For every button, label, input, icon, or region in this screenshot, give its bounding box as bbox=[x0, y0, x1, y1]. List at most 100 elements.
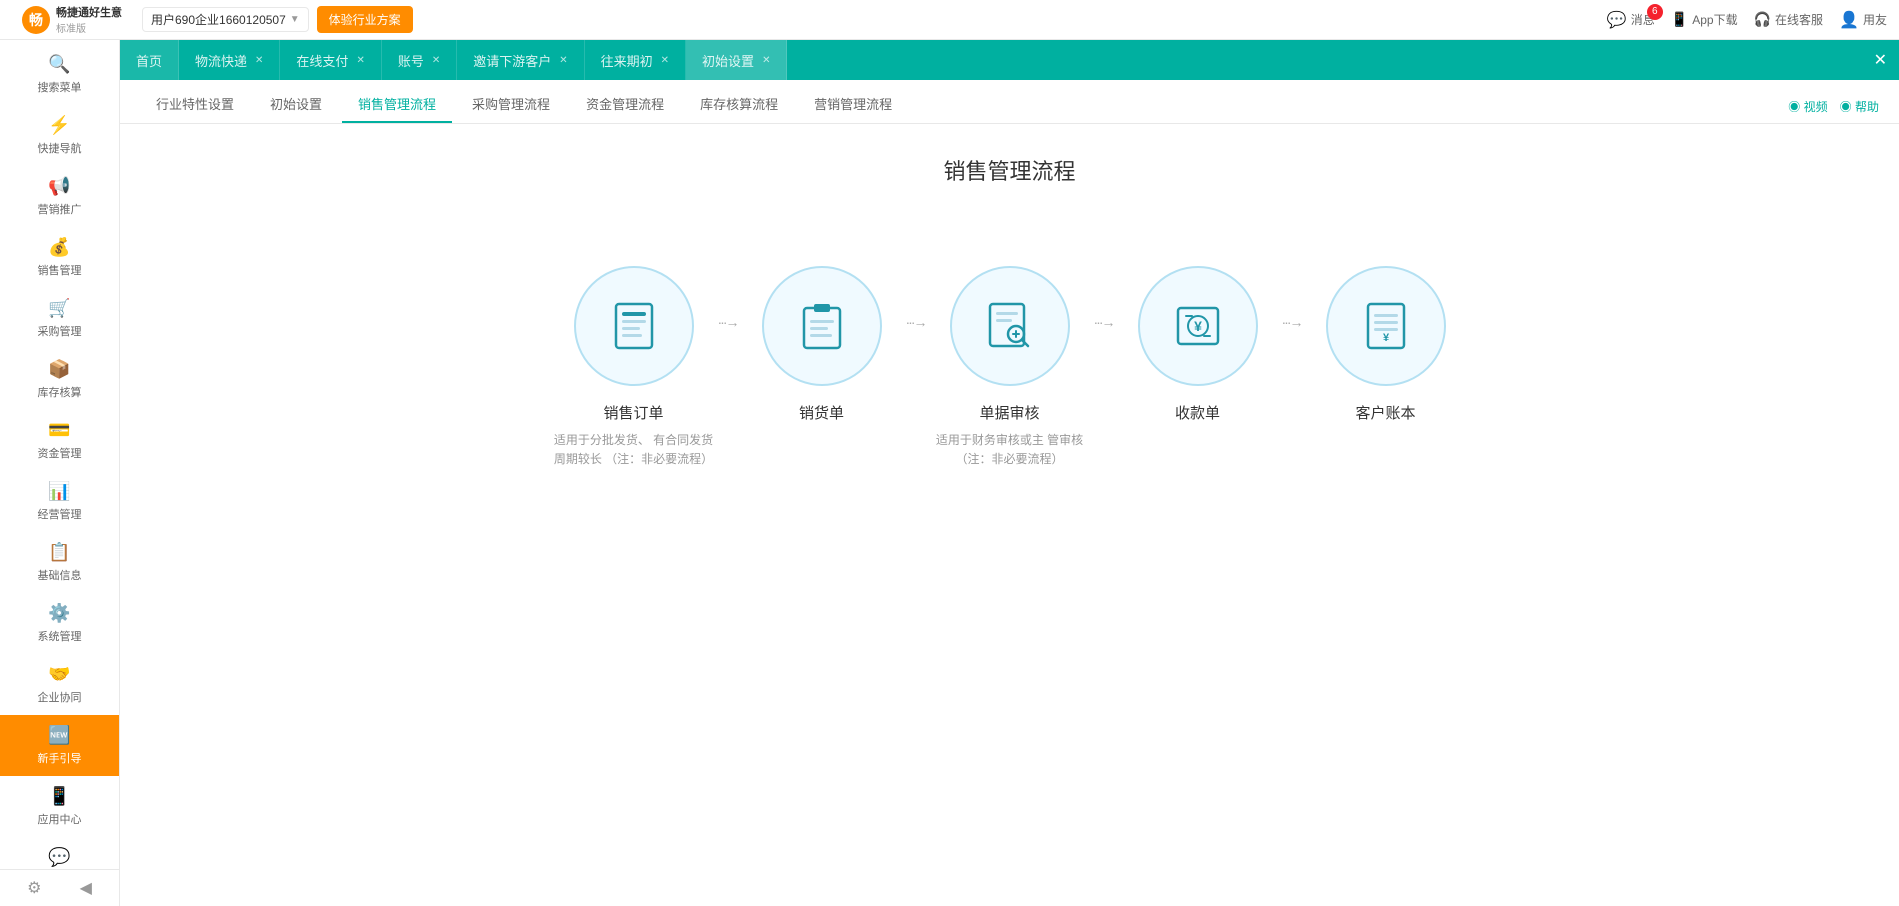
settings-icon[interactable]: ⚙ bbox=[27, 878, 41, 898]
top-bar-right: 💬 消息 6 📱 App下载 🎧 在线客服 👤 用友 bbox=[1607, 10, 1887, 30]
nav-tab-5[interactable]: 往来期初 ✕ bbox=[585, 40, 686, 80]
nav-tab-label-3: 账号 bbox=[398, 51, 424, 70]
collapse-icon[interactable]: ◀ bbox=[80, 878, 92, 898]
nav-tab-close-2[interactable]: ✕ bbox=[356, 55, 364, 66]
nav-tab-2[interactable]: 在线支付✕ bbox=[280, 40, 381, 80]
logo-name: 畅捷通好生意 bbox=[56, 4, 122, 20]
nav-tab-close-1[interactable]: ✕ bbox=[255, 55, 263, 66]
app-download-button[interactable]: 📱 App下载 bbox=[1671, 11, 1738, 28]
logo-icon: 畅 bbox=[22, 6, 50, 34]
flow-desc-sales-order: 适用于分批发货、 有合同发货周期较长 （注：非必要流程） bbox=[554, 431, 714, 469]
sidebar-item-marketing-promo[interactable]: 📢 营销推广 bbox=[0, 166, 119, 227]
sidebar-item-inventory[interactable]: 📦 库存核算 bbox=[0, 349, 119, 410]
flow-arrow-3: ···→ bbox=[1278, 266, 1306, 330]
sidebar-item-finance[interactable]: 💳 资金管理 bbox=[0, 410, 119, 471]
nav-tab-4[interactable]: 邀请下游客户 ✕ bbox=[457, 40, 584, 80]
nav-tab-label-5: 往来期初 bbox=[601, 51, 653, 70]
nav-tab-0[interactable]: 首页 bbox=[120, 40, 179, 80]
flow-label-sales-invoice: 销货单 bbox=[799, 402, 844, 423]
flow-circle-receipt: ¥ bbox=[1138, 266, 1258, 386]
nav-tab-close-5[interactable]: ✕ bbox=[661, 55, 669, 66]
basic-icon: 📋 bbox=[48, 542, 70, 563]
inventory-icon: 📦 bbox=[48, 359, 70, 380]
nav-tab-label-4: 邀请下游客户 bbox=[473, 51, 551, 70]
quick-icon: ⚡ bbox=[48, 115, 70, 136]
experience-button[interactable]: 体验行业方案 bbox=[317, 6, 413, 33]
nav-tab-close-4[interactable]: ✕ bbox=[559, 55, 567, 66]
page-title: 销售管理流程 bbox=[150, 154, 1869, 186]
sidebar-item-enterprise-coop[interactable]: 🤝 企业协同 bbox=[0, 654, 119, 715]
main-content: 销售管理流程 销售订单适用于分批发货、 有合同发货周期较长 （注：非必要流程） ·… bbox=[120, 124, 1899, 906]
sub-tab-3[interactable]: 采购管理流程 bbox=[456, 86, 566, 123]
message-icon: 💬 bbox=[1607, 10, 1627, 30]
nav-tabs-bar: 首页物流快递✕在线支付✕账号✕邀请下游客户✕往来期初✕初始设置✕✕ bbox=[120, 40, 1899, 80]
sidebar-item-basic[interactable]: 📋 基础信息 bbox=[0, 532, 119, 593]
nav-tabs-close-button[interactable]: ✕ bbox=[1862, 50, 1899, 70]
sub-tab-1[interactable]: 初始设置 bbox=[254, 86, 338, 123]
sidebar-item-app-center[interactable]: 📱 应用中心 bbox=[0, 776, 119, 837]
user-selector[interactable]: 用户690企业1660120507 ▼ bbox=[142, 7, 309, 32]
search-icon: 🔍 bbox=[48, 54, 70, 75]
flow-desc-doc-review: 适用于财务审核或主 管审核 （注：非必要流程） bbox=[930, 431, 1090, 469]
nav-tab-6[interactable]: 初始设置 ✕ bbox=[686, 40, 787, 80]
newbie-icon: 🆕 bbox=[48, 725, 70, 746]
message-badge: 6 bbox=[1647, 4, 1663, 20]
flow-circle-sales-order bbox=[574, 266, 694, 386]
sidebar-item-quick[interactable]: ⚡ 快捷导航 bbox=[0, 105, 119, 166]
nav-tab-1[interactable]: 物流快递 ✕ bbox=[179, 40, 280, 80]
enterprise-coop-icon: 🤝 bbox=[48, 664, 70, 685]
sidebar-item-label-operations: 经营管理 bbox=[38, 506, 82, 522]
sidebar-item-system[interactable]: ⚙️ 系统管理 bbox=[0, 593, 119, 654]
nav-tab-close-3[interactable]: ✕ bbox=[432, 55, 440, 66]
nav-tab-close-6[interactable]: ✕ bbox=[762, 55, 770, 66]
nav-tab-label-6: 初始设置 bbox=[702, 51, 754, 70]
sidebar-item-label-quick: 快捷导航 bbox=[38, 140, 82, 156]
sub-tab-right-0[interactable]: ◉ 视频 bbox=[1788, 98, 1827, 115]
user-label: 用户690企业1660120507 bbox=[151, 11, 286, 28]
flow-label-customer-ledger: 客户账本 bbox=[1355, 402, 1415, 423]
sidebar-item-purchase[interactable]: 🛒 采购管理 bbox=[0, 288, 119, 349]
flow-circle-sales-invoice bbox=[762, 266, 882, 386]
sidebar-item-label-purchase: 采购管理 bbox=[38, 323, 82, 339]
flow-label-sales-order: 销售订单 bbox=[603, 402, 663, 423]
flow-diagram: 销售订单适用于分批发货、 有合同发货周期较长 （注：非必要流程） ···→ 销货单… bbox=[150, 246, 1869, 489]
sidebar-item-label-finance: 资金管理 bbox=[38, 445, 82, 461]
sidebar: 🔍 搜索菜单 ⚡ 快捷导航 📢 营销推广 💰 销售管理 🛒 采购管理 📦 库存核… bbox=[0, 0, 120, 906]
flow-item-sales-invoice[interactable]: 销货单 bbox=[742, 266, 902, 431]
sidebar-bottom: ⚙ ◀ bbox=[0, 869, 119, 906]
flow-item-doc-review[interactable]: 单据审核适用于财务审核或主 管审核 （注：非必要流程） bbox=[930, 266, 1090, 469]
nav-tab-label-1: 物流快递 bbox=[195, 51, 247, 70]
sidebar-item-sales[interactable]: 💰 销售管理 bbox=[0, 227, 119, 288]
flow-item-receipt[interactable]: ¥ 收款单 bbox=[1118, 266, 1278, 431]
sidebar-item-label-newbie: 新手引导 bbox=[38, 750, 82, 766]
flow-item-customer-ledger[interactable]: ¥ 客户账本 bbox=[1306, 266, 1466, 431]
sidebar-item-label-system: 系统管理 bbox=[38, 628, 82, 644]
online-service-button[interactable]: 🎧 在线客服 bbox=[1754, 11, 1823, 28]
flow-label-doc-review: 单据审核 bbox=[979, 402, 1039, 423]
sub-tab-0[interactable]: 行业特性设置 bbox=[140, 86, 250, 123]
arrow-dots-icon: ···→ bbox=[1094, 314, 1114, 330]
sidebar-item-enterprise-wechat[interactable]: 💬 企业微信 bbox=[0, 837, 119, 869]
flow-arrow-2: ···→ bbox=[1090, 266, 1118, 330]
svg-text:¥: ¥ bbox=[1382, 332, 1389, 344]
play-icon: ◉ bbox=[1788, 100, 1800, 114]
message-button[interactable]: 💬 消息 6 bbox=[1607, 10, 1655, 30]
nav-tab-3[interactable]: 账号 ✕ bbox=[382, 40, 457, 80]
sub-tab-6[interactable]: 营销管理流程 bbox=[798, 86, 908, 123]
sidebar-item-newbie[interactable]: 🆕 新手引导 bbox=[0, 715, 119, 776]
sidebar-item-label-app-center: 应用中心 bbox=[38, 811, 82, 827]
app-download-icon: 📱 bbox=[1671, 11, 1688, 28]
sidebar-item-label-basic: 基础信息 bbox=[38, 567, 82, 583]
sidebar-item-operations[interactable]: 📊 经营管理 bbox=[0, 471, 119, 532]
sub-tab-2[interactable]: 销售管理流程 bbox=[342, 86, 452, 123]
sub-tab-right-1[interactable]: ◉ 帮助 bbox=[1840, 98, 1879, 115]
nav-tab-label-0: 首页 bbox=[136, 51, 162, 70]
sub-tab-5[interactable]: 库存核算流程 bbox=[684, 86, 794, 123]
sidebar-item-search[interactable]: 🔍 搜索菜单 bbox=[0, 44, 119, 105]
flow-item-sales-order[interactable]: 销售订单适用于分批发货、 有合同发货周期较长 （注：非必要流程） bbox=[554, 266, 714, 469]
flow-circle-doc-review bbox=[950, 266, 1070, 386]
sub-tab-4[interactable]: 资金管理流程 bbox=[570, 86, 680, 123]
flow-label-receipt: 收款单 bbox=[1175, 402, 1220, 423]
headset-icon: 🎧 bbox=[1754, 11, 1771, 28]
user-menu[interactable]: 👤 用友 bbox=[1839, 10, 1887, 30]
